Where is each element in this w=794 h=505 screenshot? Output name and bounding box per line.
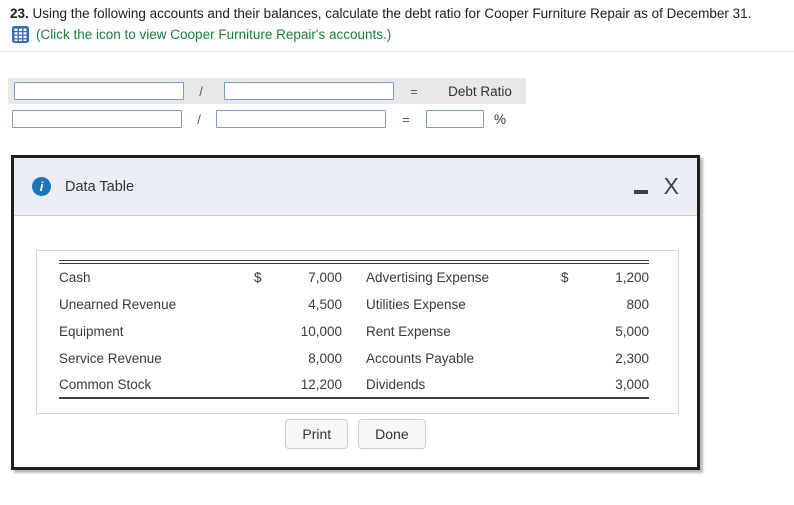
account-value: 5,000: [581, 324, 649, 339]
account-name: Equipment: [59, 324, 254, 339]
table-row: Unearned Revenue 4,500 Utilities Expense…: [59, 291, 649, 318]
equals-operator: =: [386, 112, 426, 127]
table-row: Equipment 10,000 Rent Expense 5,000: [59, 318, 649, 345]
account-value: 1,200: [581, 270, 649, 285]
account-value: 7,000: [274, 270, 342, 285]
minimize-icon[interactable]: [634, 190, 648, 194]
account-name: Dividends: [342, 377, 561, 392]
debt-ratio-formula-row: / = Debt Ratio: [8, 78, 526, 104]
account-value: 10,000: [274, 324, 342, 339]
question-text: 23. Using the following accounts and the…: [10, 6, 751, 21]
debt-ratio-label: Debt Ratio: [434, 84, 526, 99]
close-icon[interactable]: X: [664, 175, 679, 198]
ratio-result-input[interactable]: [426, 110, 484, 128]
table-row: Common Stock 12,200 Dividends 3,000: [59, 372, 649, 399]
data-table-icon[interactable]: [12, 26, 29, 43]
print-button[interactable]: Print: [285, 419, 348, 449]
percent-sign: %: [494, 112, 506, 127]
accounts-table-container: Cash $ 7,000 Advertising Expense $ 1,200…: [36, 250, 679, 414]
numerator-input[interactable]: [14, 82, 184, 100]
table-row: Cash $ 7,000 Advertising Expense $ 1,200: [59, 264, 649, 291]
modal-actions: Print Done: [14, 419, 697, 449]
account-name: Unearned Revenue: [59, 297, 254, 312]
currency-sign: $: [561, 270, 581, 285]
question-instruction-row: (Click the icon to view Cooper Furniture…: [12, 26, 391, 43]
view-accounts-link[interactable]: (Click the icon to view Cooper Furniture…: [36, 27, 391, 42]
numerator-value-input[interactable]: [12, 110, 182, 128]
account-name: Accounts Payable: [342, 351, 561, 366]
modal-header: i Data Table X: [14, 158, 697, 216]
account-value: 3,000: [581, 377, 649, 392]
modal-title: Data Table: [65, 179, 134, 195]
account-name: Cash: [59, 270, 254, 285]
divide-operator: /: [184, 84, 218, 99]
account-value: 2,300: [581, 351, 649, 366]
data-table-modal: i Data Table X Cash $ 7,000 Advertising …: [11, 155, 700, 470]
page: 23. Using the following accounts and the…: [0, 0, 794, 505]
account-value: 4,500: [274, 297, 342, 312]
account-value: 8,000: [274, 351, 342, 366]
question-number: 23.: [10, 6, 29, 21]
divide-operator: /: [182, 112, 216, 127]
account-value: 12,200: [274, 377, 342, 392]
account-name: Rent Expense: [342, 324, 561, 339]
info-icon: i: [32, 177, 51, 196]
table-row: Service Revenue 8,000 Accounts Payable 2…: [59, 345, 649, 372]
account-value: 800: [581, 297, 649, 312]
section-divider: [0, 51, 794, 52]
account-name: Advertising Expense: [342, 270, 561, 285]
denominator-input[interactable]: [224, 82, 394, 100]
currency-sign: $: [254, 270, 274, 285]
account-name: Service Revenue: [59, 351, 254, 366]
modal-body: Cash $ 7,000 Advertising Expense $ 1,200…: [14, 216, 697, 469]
denominator-value-input[interactable]: [216, 110, 386, 128]
equals-operator: =: [394, 84, 434, 99]
done-button[interactable]: Done: [358, 419, 425, 449]
accounts-table: Cash $ 7,000 Advertising Expense $ 1,200…: [59, 260, 649, 399]
question-body: Using the following accounts and their b…: [33, 6, 752, 21]
account-name: Common Stock: [59, 377, 254, 392]
account-name: Utilities Expense: [342, 297, 561, 312]
debt-ratio-values-row: / = %: [8, 106, 568, 132]
